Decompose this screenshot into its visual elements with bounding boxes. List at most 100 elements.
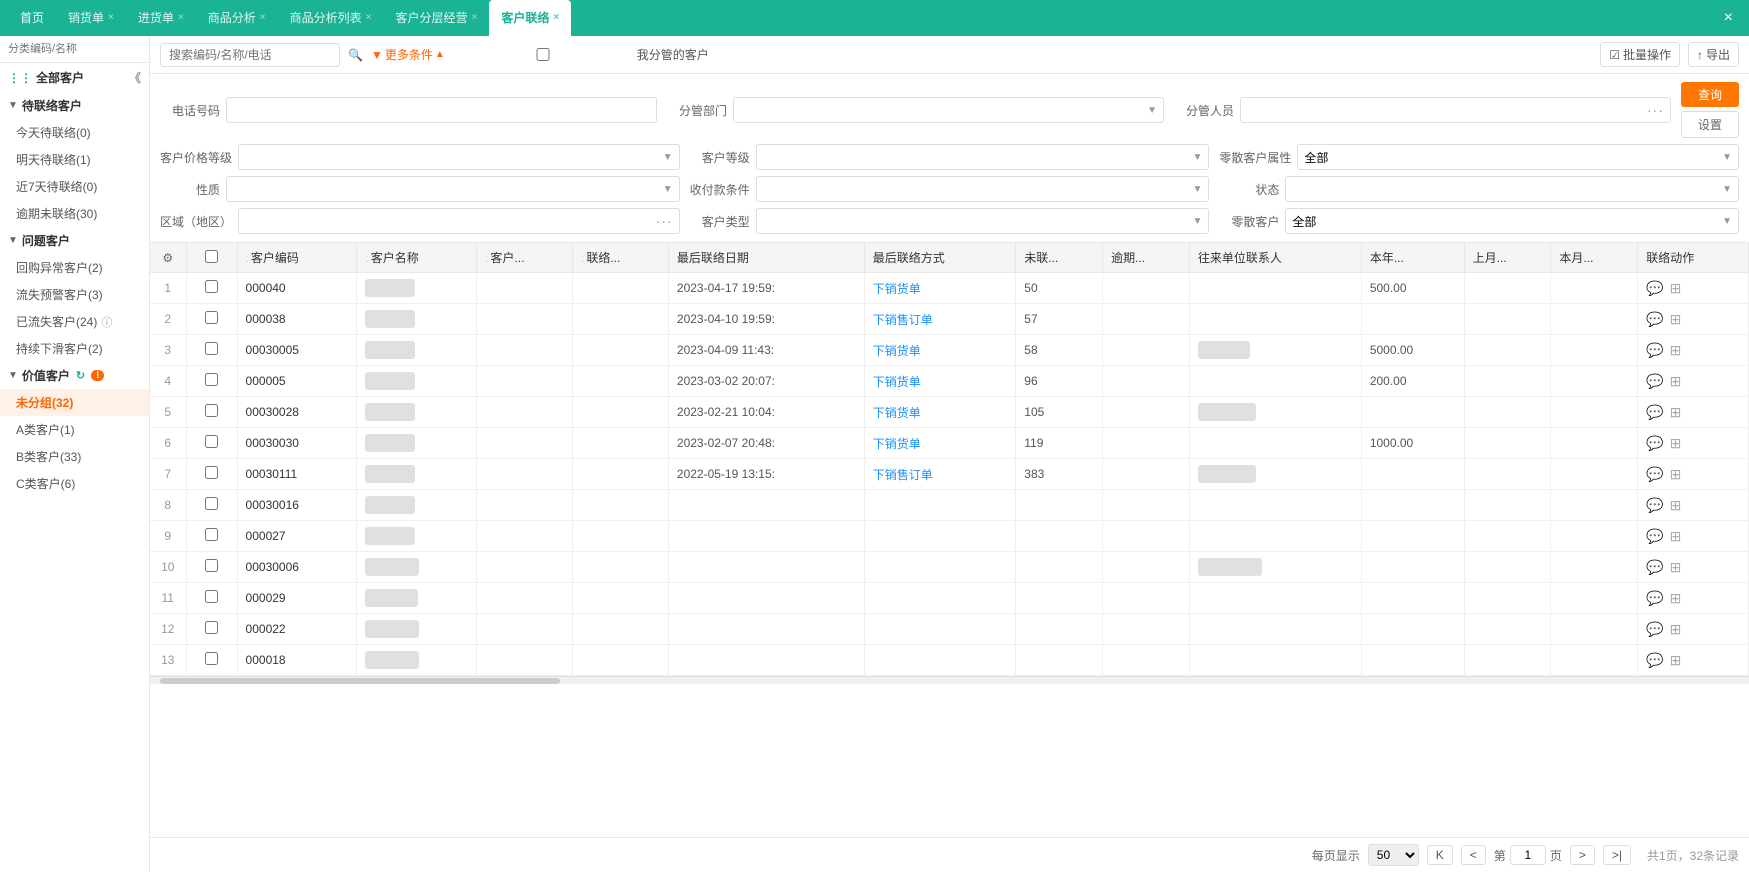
tab-customer-tier[interactable]: 客户分层经营 × [383, 0, 489, 36]
sidebar-item-churn-warning[interactable]: 流失预警客户(3) [0, 281, 149, 308]
chat-icon[interactable]: 💬 [1646, 311, 1663, 328]
all-customers-header[interactable]: ⋮⋮ 全部客户 《 [0, 63, 149, 92]
phone-input[interactable] [226, 97, 657, 123]
grid-icon[interactable]: ⊞ [1670, 311, 1682, 328]
customer-level-input[interactable]: ▼ [756, 144, 1210, 170]
region-input[interactable]: ··· [238, 208, 680, 234]
grid-icon[interactable]: ⊞ [1670, 342, 1682, 359]
score-section-header[interactable]: ▼ 价值客户 ↻ ! [0, 362, 149, 389]
last-method-link[interactable]: 下销货单 [873, 437, 921, 451]
th-code[interactable]: :客户编码 [237, 243, 357, 273]
my-customers-checkbox[interactable]: 我分管的客户 [453, 46, 709, 63]
sidebar-item-declining[interactable]: 持续下滑客户(2) [0, 335, 149, 362]
grid-icon[interactable]: ⊞ [1670, 404, 1682, 421]
row-checkbox[interactable] [205, 590, 218, 603]
tab-purchase[interactable]: 进货单 × [126, 0, 196, 36]
my-customers-check[interactable] [453, 48, 633, 61]
search-input[interactable] [160, 43, 340, 67]
th-type[interactable]: :客户... [477, 243, 573, 273]
chat-icon[interactable]: 💬 [1646, 280, 1663, 297]
batch-operation-button[interactable]: ☑ 批量操作 [1600, 42, 1680, 67]
grid-icon[interactable]: ⊞ [1670, 497, 1682, 514]
row-checkbox[interactable] [205, 435, 218, 448]
pending-section-header[interactable]: ▼ 待联络客户 [0, 92, 149, 119]
staff-input[interactable]: ··· [1240, 97, 1671, 123]
first-page-button[interactable]: K [1427, 845, 1453, 865]
th-this-month[interactable]: 本月... [1551, 243, 1638, 273]
query-button[interactable]: 查询 [1681, 82, 1739, 107]
price-level-input[interactable]: ▼ [238, 144, 680, 170]
row-checkbox[interactable] [205, 373, 218, 386]
prev-page-button[interactable]: < [1461, 845, 1486, 865]
chat-icon[interactable]: 💬 [1646, 528, 1663, 545]
grid-icon[interactable]: ⊞ [1670, 559, 1682, 576]
grid-icon[interactable]: ⊞ [1670, 373, 1682, 390]
retail-customer-input[interactable]: 全部 ▼ [1285, 208, 1739, 234]
payment-input[interactable]: ▼ [756, 176, 1210, 202]
close-sales-icon[interactable]: × [108, 0, 114, 36]
grid-icon[interactable]: ⊞ [1670, 280, 1682, 297]
grid-icon[interactable]: ⊞ [1670, 621, 1682, 638]
nature-input[interactable]: ▼ [226, 176, 680, 202]
close-goods-analysis-icon[interactable]: × [260, 0, 266, 36]
chat-icon[interactable]: 💬 [1646, 590, 1663, 607]
settings-icon[interactable]: ⚙ [162, 251, 173, 265]
close-customer-tier-icon[interactable]: × [471, 0, 477, 36]
last-method-link[interactable]: 下销售订单 [873, 313, 933, 327]
th-contact[interactable]: :联络... [572, 243, 668, 273]
page-size-select[interactable]: 20 50 100 [1368, 844, 1419, 866]
customer-type-input[interactable]: ▼ [756, 208, 1210, 234]
sidebar-item-tomorrow-pending[interactable]: 明天待联络(1) [0, 146, 149, 173]
next-page-button[interactable]: > [1570, 845, 1595, 865]
tab-goods-analysis-list[interactable]: 商品分析列表 × [278, 0, 384, 36]
tab-home[interactable]: 首页 [8, 0, 56, 36]
tab-customer-contact[interactable]: 客户联络 × [489, 0, 571, 36]
th-overdue[interactable]: 逾期... [1103, 243, 1190, 273]
close-purchase-icon[interactable]: × [178, 0, 184, 36]
row-checkbox[interactable] [205, 342, 218, 355]
retail-attr-input[interactable]: 全部 ▼ [1297, 144, 1739, 170]
grid-icon[interactable]: ⊞ [1670, 652, 1682, 669]
close-customer-contact-icon[interactable]: × [553, 0, 559, 36]
status-input[interactable]: ▼ [1285, 176, 1739, 202]
row-checkbox[interactable] [205, 621, 218, 634]
row-checkbox[interactable] [205, 559, 218, 572]
sidebar-item-class-a[interactable]: A类客户(1) [0, 416, 149, 443]
last-method-link[interactable]: 下销货单 [873, 406, 921, 420]
tab-goods-analysis[interactable]: 商品分析 × [196, 0, 278, 36]
row-checkbox[interactable] [205, 311, 218, 324]
sidebar-item-class-c[interactable]: C类客户(6) [0, 470, 149, 497]
sidebar-item-class-b[interactable]: B类客户(33) [0, 443, 149, 470]
grid-icon[interactable]: ⊞ [1670, 435, 1682, 452]
th-last-contact-date[interactable]: 最后联络日期 [668, 243, 864, 273]
chat-icon[interactable]: 💬 [1646, 404, 1663, 421]
grid-icon[interactable]: ⊞ [1670, 590, 1682, 607]
sidebar-item-repurchase-abnormal[interactable]: 回购异常客户(2) [0, 254, 149, 281]
th-last-month[interactable]: 上月... [1464, 243, 1551, 273]
sidebar-collapse-icon[interactable]: 《 [129, 69, 141, 86]
grid-icon[interactable]: ⊞ [1670, 466, 1682, 483]
grid-icon[interactable]: ⊞ [1670, 528, 1682, 545]
th-last-contact-method[interactable]: 最后联络方式 [864, 243, 1016, 273]
close-goods-analysis-list-icon[interactable]: × [366, 0, 372, 36]
scrollbar-thumb[interactable] [160, 678, 560, 684]
window-close-button[interactable]: × [1716, 9, 1741, 27]
tab-sales[interactable]: 销货单 × [56, 0, 126, 36]
reset-button[interactable]: 设置 [1681, 111, 1739, 138]
sidebar-search-input[interactable] [8, 43, 150, 55]
chat-icon[interactable]: 💬 [1646, 466, 1663, 483]
sidebar-item-ungrouped[interactable]: 未分组(32) [0, 389, 149, 416]
problem-section-header[interactable]: ▼ 问题客户 [0, 227, 149, 254]
row-checkbox[interactable] [205, 404, 218, 417]
search-icon[interactable]: 🔍 [348, 48, 363, 62]
sidebar-item-churned[interactable]: 已流失客户(24) ⓘ [0, 308, 149, 335]
chat-icon[interactable]: 💬 [1646, 435, 1663, 452]
chat-icon[interactable]: 💬 [1646, 559, 1663, 576]
th-unit-contact[interactable]: 往来单位联系人 [1189, 243, 1361, 273]
last-method-link[interactable]: 下销售订单 [873, 468, 933, 482]
chat-icon[interactable]: 💬 [1646, 373, 1663, 390]
row-checkbox[interactable] [205, 652, 218, 665]
sidebar-item-overdue-pending[interactable]: 逾期未联络(30) [0, 200, 149, 227]
last-method-link[interactable]: 下销货单 [873, 282, 921, 296]
page-number-input[interactable] [1510, 845, 1546, 865]
